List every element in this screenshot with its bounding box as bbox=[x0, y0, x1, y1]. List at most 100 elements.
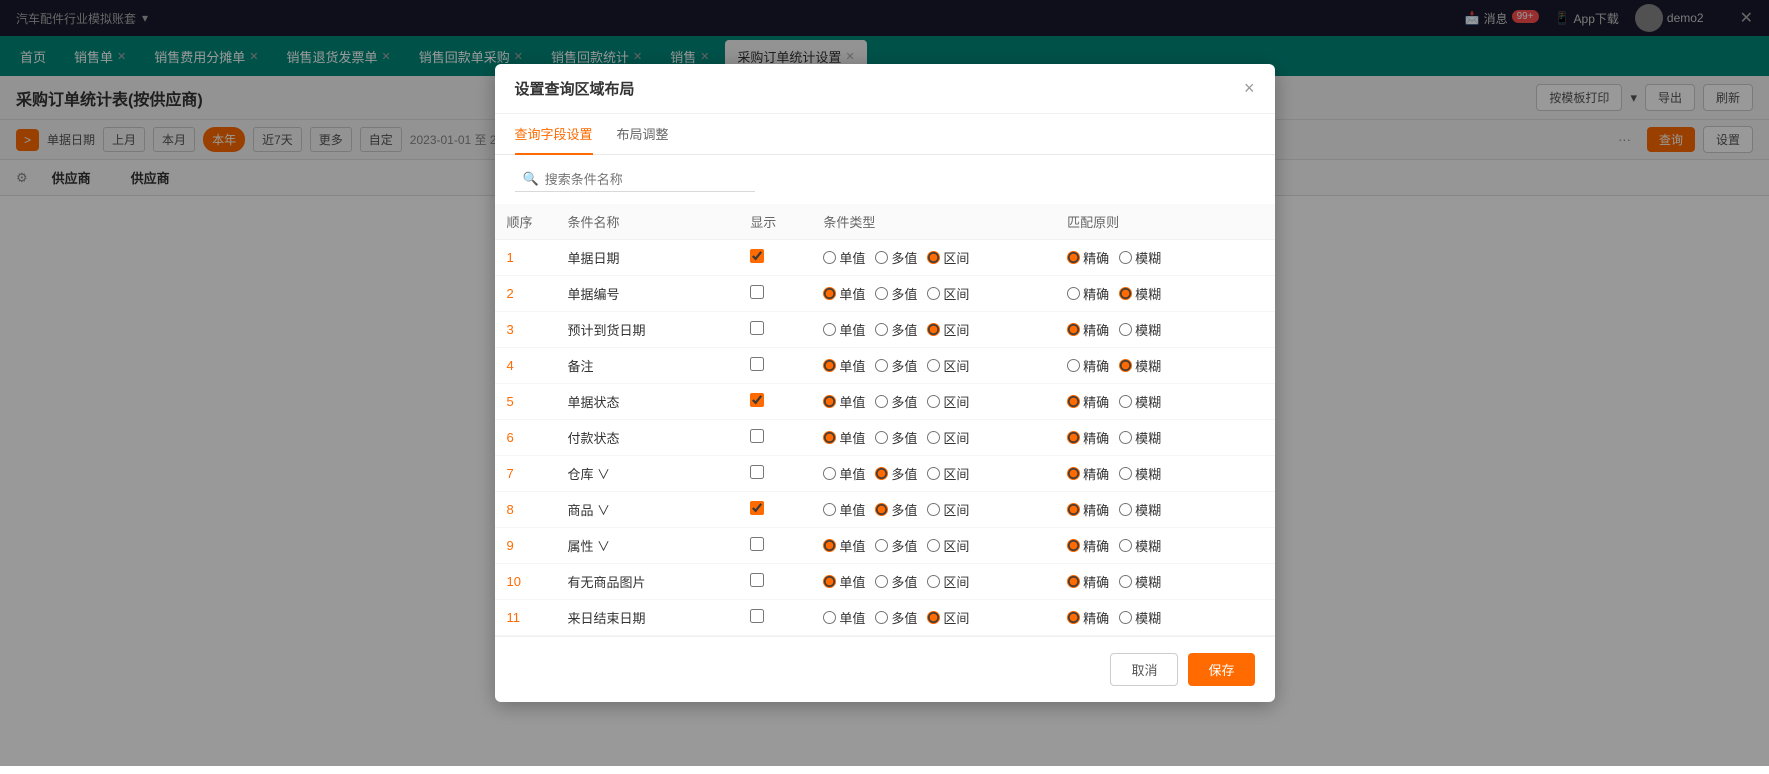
show-checkbox[interactable] bbox=[750, 537, 764, 551]
type-radio-单值[interactable]: 单值 bbox=[823, 392, 865, 411]
type-radio-区间[interactable]: 区间 bbox=[927, 320, 969, 339]
show-checkbox[interactable] bbox=[750, 321, 764, 335]
overlay: 设置查询区域布局 × 查询字段设置 布局调整 🔍 顺序 bbox=[0, 0, 1769, 766]
type-radio-区间[interactable]: 区间 bbox=[927, 428, 969, 447]
row-match: 精确模糊 bbox=[1055, 600, 1274, 636]
show-checkbox[interactable] bbox=[750, 357, 764, 371]
type-radio-单值[interactable]: 单值 bbox=[823, 248, 865, 267]
row-show[interactable] bbox=[738, 312, 811, 348]
type-radio-单值[interactable]: 单值 bbox=[823, 500, 865, 519]
row-show[interactable] bbox=[738, 348, 811, 384]
tab-query-fields[interactable]: 查询字段设置 bbox=[515, 114, 593, 155]
match-radio-精确[interactable]: 精确 bbox=[1067, 464, 1109, 483]
type-radio-单值[interactable]: 单值 bbox=[823, 320, 865, 339]
show-checkbox[interactable] bbox=[750, 393, 764, 407]
match-radio-模糊[interactable]: 模糊 bbox=[1119, 572, 1161, 591]
type-radio-单值[interactable]: 单值 bbox=[823, 284, 865, 303]
match-radio-模糊[interactable]: 模糊 bbox=[1119, 428, 1161, 447]
type-radio-区间[interactable]: 区间 bbox=[927, 608, 969, 627]
row-type: 单值多值区间 bbox=[811, 240, 1055, 276]
search-input[interactable] bbox=[545, 172, 745, 187]
type-radio-多值[interactable]: 多值 bbox=[875, 284, 917, 303]
match-radio-模糊[interactable]: 模糊 bbox=[1119, 392, 1161, 411]
match-radio-精确[interactable]: 精确 bbox=[1067, 248, 1109, 267]
match-radio-模糊[interactable]: 模糊 bbox=[1119, 356, 1161, 375]
match-radio-精确[interactable]: 精确 bbox=[1067, 536, 1109, 555]
type-radio-区间[interactable]: 区间 bbox=[927, 500, 969, 519]
dialog-footer: 取消 保存 bbox=[495, 636, 1275, 702]
row-show[interactable] bbox=[738, 240, 811, 276]
match-radio-模糊[interactable]: 模糊 bbox=[1119, 500, 1161, 519]
dialog-close-button[interactable]: × bbox=[1244, 78, 1255, 99]
match-radio-精确[interactable]: 精确 bbox=[1067, 500, 1109, 519]
show-checkbox[interactable] bbox=[750, 285, 764, 299]
row-type: 单值多值区间 bbox=[811, 312, 1055, 348]
type-radio-单值[interactable]: 单值 bbox=[823, 536, 865, 555]
type-radio-多值[interactable]: 多值 bbox=[875, 572, 917, 591]
type-radio-多值[interactable]: 多值 bbox=[875, 608, 917, 627]
row-show[interactable] bbox=[738, 564, 811, 600]
cancel-button[interactable]: 取消 bbox=[1110, 653, 1178, 686]
type-radio-多值[interactable]: 多值 bbox=[875, 464, 917, 483]
type-radio-区间[interactable]: 区间 bbox=[927, 248, 969, 267]
type-radio-区间[interactable]: 区间 bbox=[927, 284, 969, 303]
match-radio-精确[interactable]: 精确 bbox=[1067, 320, 1109, 339]
match-radio-精确[interactable]: 精确 bbox=[1067, 284, 1109, 303]
table-row: 10有无商品图片单值多值区间精确模糊 bbox=[495, 564, 1275, 600]
row-show[interactable] bbox=[738, 492, 811, 528]
row-show[interactable] bbox=[738, 384, 811, 420]
match-radio-模糊[interactable]: 模糊 bbox=[1119, 536, 1161, 555]
row-type: 单值多值区间 bbox=[811, 600, 1055, 636]
type-radio-区间[interactable]: 区间 bbox=[927, 392, 969, 411]
type-radio-单值[interactable]: 单值 bbox=[823, 572, 865, 591]
show-checkbox[interactable] bbox=[750, 249, 764, 263]
match-radio-精确[interactable]: 精确 bbox=[1067, 428, 1109, 447]
match-radio-精确[interactable]: 精确 bbox=[1067, 608, 1109, 627]
type-radio-多值[interactable]: 多值 bbox=[875, 536, 917, 555]
type-radio-多值[interactable]: 多值 bbox=[875, 392, 917, 411]
show-checkbox[interactable] bbox=[750, 429, 764, 443]
row-show[interactable] bbox=[738, 456, 811, 492]
row-show[interactable] bbox=[738, 420, 811, 456]
match-radio-精确[interactable]: 精确 bbox=[1067, 392, 1109, 411]
type-radio-单值[interactable]: 单值 bbox=[823, 356, 865, 375]
type-radio-单值[interactable]: 单值 bbox=[823, 428, 865, 447]
type-radio-区间[interactable]: 区间 bbox=[927, 572, 969, 591]
row-match: 精确模糊 bbox=[1055, 276, 1274, 312]
match-radio-模糊[interactable]: 模糊 bbox=[1119, 608, 1161, 627]
match-radio-精确[interactable]: 精确 bbox=[1067, 356, 1109, 375]
settings-dialog: 设置查询区域布局 × 查询字段设置 布局调整 🔍 顺序 bbox=[495, 64, 1275, 702]
match-radio-精确[interactable]: 精确 bbox=[1067, 572, 1109, 591]
type-radio-区间[interactable]: 区间 bbox=[927, 464, 969, 483]
match-radio-模糊[interactable]: 模糊 bbox=[1119, 284, 1161, 303]
row-show[interactable] bbox=[738, 600, 811, 636]
show-checkbox[interactable] bbox=[750, 465, 764, 479]
row-order: 8 bbox=[495, 492, 556, 528]
row-name: 单据编号 bbox=[555, 276, 738, 312]
type-radio-区间[interactable]: 区间 bbox=[927, 536, 969, 555]
type-radio-多值[interactable]: 多值 bbox=[875, 248, 917, 267]
row-show[interactable] bbox=[738, 276, 811, 312]
show-checkbox[interactable] bbox=[750, 501, 764, 515]
tab-layout-adjust[interactable]: 布局调整 bbox=[617, 114, 669, 155]
row-order: 6 bbox=[495, 420, 556, 456]
type-radio-多值[interactable]: 多值 bbox=[875, 500, 917, 519]
save-button[interactable]: 保存 bbox=[1188, 653, 1254, 686]
row-type: 单值多值区间 bbox=[811, 528, 1055, 564]
row-type: 单值多值区间 bbox=[811, 384, 1055, 420]
show-checkbox[interactable] bbox=[750, 573, 764, 587]
type-radio-区间[interactable]: 区间 bbox=[927, 356, 969, 375]
type-radio-多值[interactable]: 多值 bbox=[875, 320, 917, 339]
match-radio-模糊[interactable]: 模糊 bbox=[1119, 464, 1161, 483]
row-show[interactable] bbox=[738, 528, 811, 564]
type-radio-多值[interactable]: 多值 bbox=[875, 428, 917, 447]
match-radio-模糊[interactable]: 模糊 bbox=[1119, 248, 1161, 267]
match-radio-模糊[interactable]: 模糊 bbox=[1119, 320, 1161, 339]
type-radio-多值[interactable]: 多值 bbox=[875, 356, 917, 375]
dialog-header: 设置查询区域布局 × bbox=[495, 64, 1275, 114]
type-radio-单值[interactable]: 单值 bbox=[823, 464, 865, 483]
show-checkbox[interactable] bbox=[750, 609, 764, 623]
row-match: 精确模糊 bbox=[1055, 384, 1274, 420]
type-radio-单值[interactable]: 单值 bbox=[823, 608, 865, 627]
th-type: 条件类型 bbox=[811, 204, 1055, 240]
